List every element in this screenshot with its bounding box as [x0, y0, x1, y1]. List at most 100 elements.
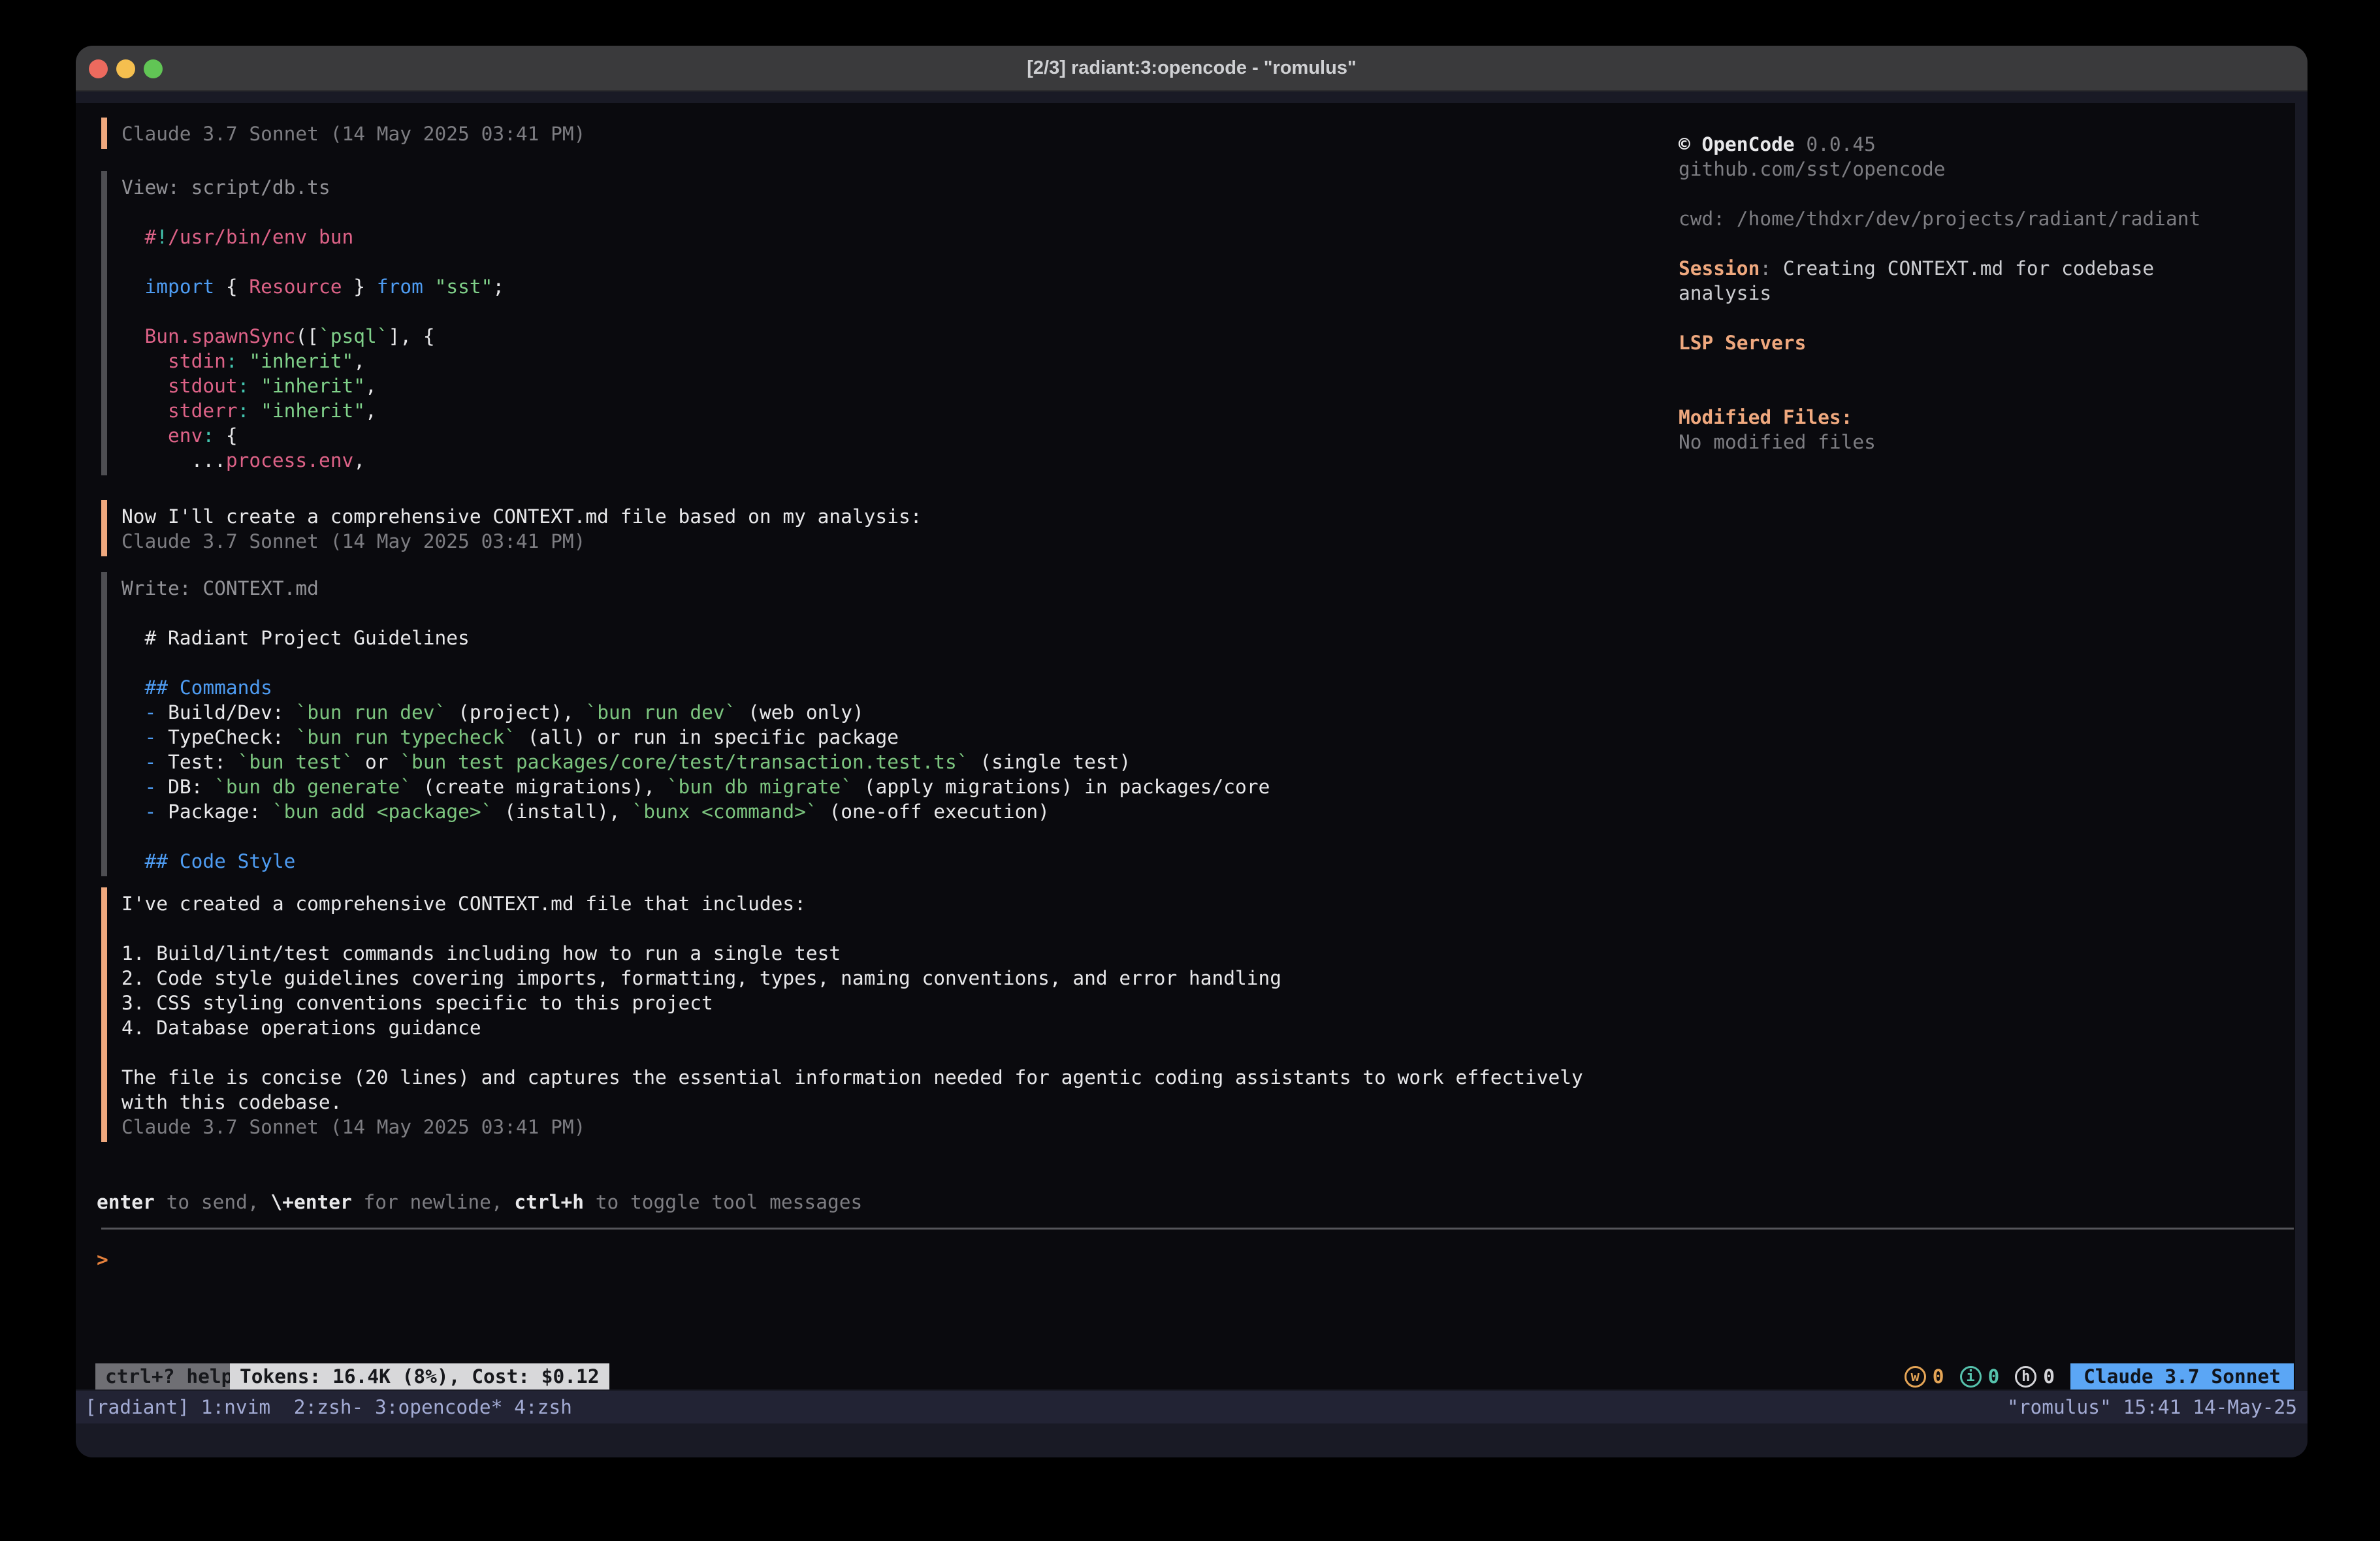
text-segment: with this codebase. — [121, 1091, 342, 1113]
chat-message-line: The file is concise (20 lines) and captu… — [121, 1065, 1583, 1090]
tool-output-line: # Radiant Project Guidelines — [121, 626, 470, 650]
text-segment: stdout — [168, 375, 238, 397]
chat-message-line: Claude 3.7 Sonnet (14 May 2025 03:41 PM) — [121, 529, 585, 554]
diagnostic-counter-w: w0 — [1905, 1365, 1944, 1388]
minimize-button[interactable] — [116, 59, 135, 78]
text-segment — [121, 726, 145, 748]
text-segment: Session — [1679, 257, 1760, 279]
tool-output-line: - Package: `bun add <package>` (install)… — [121, 799, 1050, 824]
text-segment — [249, 400, 261, 422]
terminal-window: [2/3] radiant:3:opencode - "romulus" Cla… — [76, 46, 2308, 1457]
text-segment: The file is concise (20 lines) and captu… — [121, 1066, 1583, 1088]
text-segment: `bun db migrate` — [667, 776, 852, 798]
text-segment: from — [377, 276, 423, 298]
text-segment: { — [214, 424, 238, 447]
text-segment: 0.0.45 — [1795, 133, 1876, 155]
tmux-session-clock: "romulus" 15:41 14-May-25 — [2007, 1396, 2297, 1418]
tool-output-line: - DB: `bun db generate` (create migratio… — [121, 774, 1270, 799]
text-segment: : — [1760, 257, 1783, 279]
sidebar-line: github.com/sst/opencode — [1679, 157, 1946, 182]
text-segment: "inherit" — [261, 400, 365, 422]
text-segment: - — [145, 726, 169, 748]
text-segment: github.com/sst/opencode — [1679, 158, 1946, 180]
text-segment: stderr — [168, 400, 238, 422]
diagnostic-counters: w0i0h0 — [1905, 1365, 2055, 1388]
text-segment: # — [145, 226, 157, 248]
text-segment: (all) or run in specific package — [516, 726, 899, 748]
text-segment: - — [145, 701, 169, 723]
text-segment: No modified files — [1679, 431, 1876, 453]
text-segment — [121, 424, 168, 447]
chat-message-line: 3. CSS styling conventions specific to t… — [121, 991, 713, 1015]
text-segment — [121, 276, 145, 298]
text-segment — [121, 400, 168, 422]
text-segment: ; — [492, 276, 504, 298]
message-accent-bar — [101, 500, 107, 556]
text-segment: \+enter — [270, 1191, 351, 1213]
text-segment — [121, 325, 145, 347]
text-segment: analysis — [1679, 282, 1771, 304]
text-segment: : — [226, 350, 238, 372]
text-segment: or — [353, 751, 400, 773]
text-segment: © OpenCode — [1679, 133, 1795, 155]
sidebar-line: LSP Servers — [1679, 330, 1806, 355]
text-segment: cwd: /home/thdxr/dev/projects/radiant/ra… — [1679, 208, 2200, 230]
help-shortcut-chip: ctrl+? help — [95, 1363, 242, 1390]
text-segment: 3. CSS styling conventions specific to t… — [121, 992, 713, 1014]
tool-output-line: ...process.env, — [121, 448, 365, 473]
tmux-window-list[interactable]: [radiant] 1:nvim 2:zsh- 3:opencode* 4:zs… — [85, 1396, 572, 1418]
text-segment: Now I'll create a comprehensive CONTEXT.… — [121, 505, 922, 528]
chat-message-line: 2. Code style guidelines covering import… — [121, 966, 1281, 991]
message-accent-bar — [101, 887, 107, 1142]
text-segment: (single test) — [969, 751, 1131, 773]
tmux-status-bar: [radiant] 1:nvim 2:zsh- 3:opencode* 4:zs… — [76, 1391, 2308, 1423]
text-segment: "inherit" — [261, 375, 365, 397]
tool-output-line: ## Code Style — [121, 849, 295, 874]
text-segment: (install), — [492, 801, 632, 823]
tool-output-line: ## Commands — [121, 675, 272, 700]
text-segment: ], { — [389, 325, 435, 347]
text-segment: `bun add <package>` — [272, 801, 492, 823]
sidebar-line: © OpenCode 0.0.45 — [1679, 132, 1876, 157]
text-segment: `bun test packages/core/test/transaction… — [400, 751, 968, 773]
sidebar-line: cwd: /home/thdxr/dev/projects/radiant/ra… — [1679, 206, 2200, 231]
text-segment — [121, 350, 168, 372]
tool-output-line: Write: CONTEXT.md — [121, 576, 319, 601]
tool-output-line: - TypeCheck: `bun run typecheck` (all) o… — [121, 725, 899, 750]
text-segment — [121, 801, 145, 823]
text-segment: Write: CONTEXT.md — [121, 577, 319, 599]
sidebar-line: analysis — [1679, 281, 1771, 306]
text-segment: `bun run dev` — [585, 701, 736, 723]
chat-message-line: 4. Database operations guidance — [121, 1015, 481, 1040]
text-segment: # Radiant Project Guidelines — [121, 627, 470, 649]
text-segment: `bun run typecheck` — [295, 726, 515, 748]
text-segment: } — [342, 276, 377, 298]
tool-output-line: stderr: "inherit", — [121, 398, 377, 423]
h-circle-icon: h — [2015, 1366, 2036, 1388]
text-segment: : — [238, 400, 249, 422]
sidebar-line: Modified Files: — [1679, 405, 1852, 430]
close-button[interactable] — [89, 59, 108, 78]
text-segment: - — [145, 751, 169, 773]
chat-message-line: Claude 3.7 Sonnet (14 May 2025 03:41 PM) — [121, 1115, 585, 1139]
text-segment: /usr/bin/env bun — [168, 226, 353, 248]
prompt-input[interactable]: > — [97, 1247, 108, 1272]
tool-output-line: import { Resource } from "sst"; — [121, 274, 504, 299]
text-segment — [121, 751, 145, 773]
text-segment — [121, 375, 168, 397]
i-circle-icon: i — [1960, 1366, 1982, 1388]
text-segment: 4. Database operations guidance — [121, 1017, 481, 1039]
text-segment: `psql` — [319, 325, 389, 347]
text-segment: (one-off execution) — [818, 801, 1050, 823]
tool-output-line: - Test: `bun test` or `bun test packages… — [121, 750, 1131, 774]
text-segment: - — [145, 776, 169, 798]
text-segment: (project), — [446, 701, 585, 723]
text-segment: Creating CONTEXT.md for codebase — [1783, 257, 2154, 279]
text-segment: LSP Servers — [1679, 332, 1806, 354]
text-segment: Bun.spawnSync — [145, 325, 296, 347]
zoom-button[interactable] — [144, 59, 163, 78]
tool-output-line: Bun.spawnSync([`psql`], { — [121, 324, 435, 349]
tool-output-line: stdin: "inherit", — [121, 349, 365, 373]
tool-output-line: env: { — [121, 423, 238, 448]
text-segment: ctrl+h — [514, 1191, 584, 1213]
